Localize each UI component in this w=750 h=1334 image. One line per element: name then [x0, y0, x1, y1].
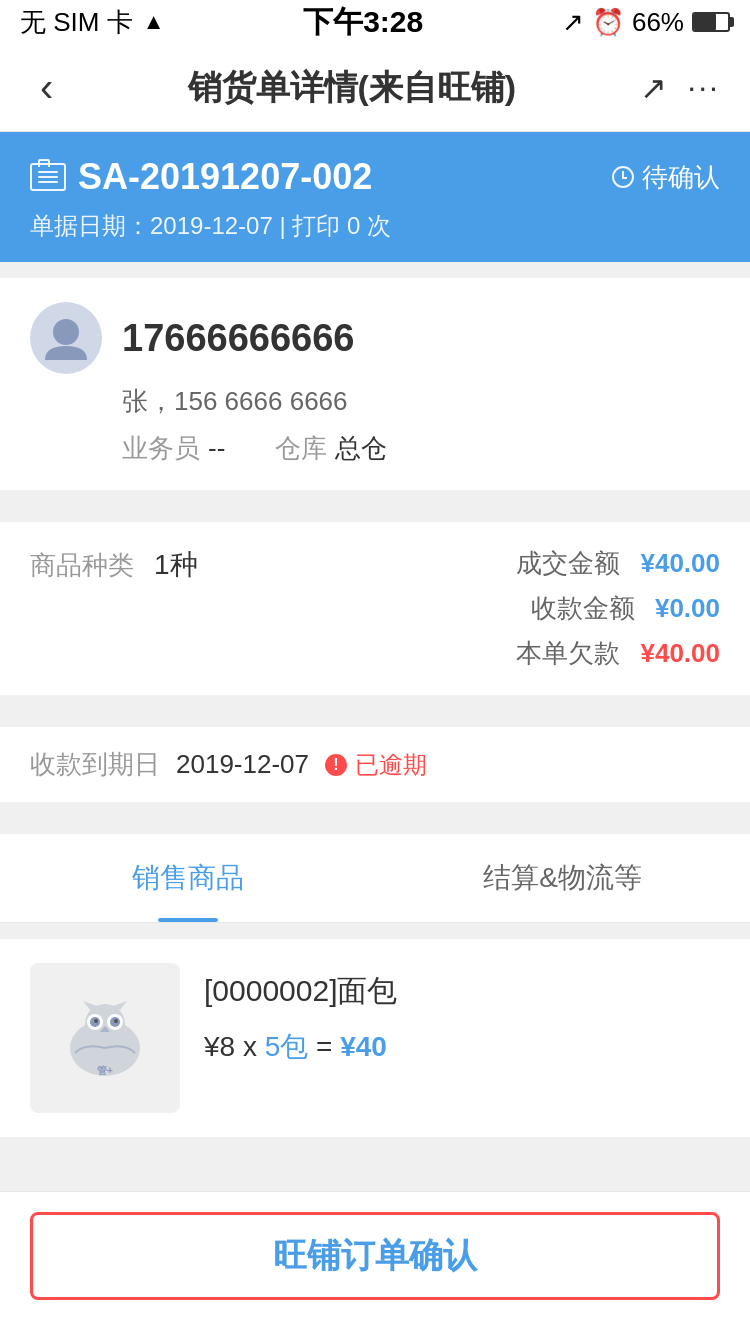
price-unit: ¥8 x	[204, 1031, 265, 1062]
status-bar: 无 SIM 卡 ▲ 下午3:28 ↗ ⏰ 66%	[0, 0, 750, 44]
due-date: 2019-12-07	[176, 749, 309, 780]
owed-value: ¥40.00	[640, 638, 720, 669]
deal-amount-label: 成交金额	[516, 546, 620, 581]
received-value: ¥0.00	[655, 593, 720, 624]
tabs-section: 销售商品 结算&物流等	[0, 834, 750, 923]
customer-name: 张，156 6666 6666	[122, 384, 720, 419]
svg-point-7	[94, 1019, 98, 1023]
clock-icon	[612, 166, 634, 188]
sales-label: 业务员	[122, 431, 200, 466]
location-icon: ↗	[562, 7, 584, 38]
tab-sales-products[interactable]: 销售商品	[0, 834, 375, 922]
product-item: 管+ [0000002]面包 ¥8 x 5包 = ¥40	[30, 963, 720, 1113]
order-date: 单据日期：2019-12-07 | 打印 0 次	[30, 210, 720, 242]
svg-point-8	[114, 1019, 118, 1023]
customer-row: 17666666666	[30, 302, 720, 374]
avatar-icon	[40, 312, 92, 364]
divider-1	[0, 262, 750, 278]
status-right: ↗ ⏰ 66%	[562, 7, 730, 38]
category-label: 商品种类	[30, 548, 134, 583]
battery-icon	[692, 12, 730, 32]
product-owl-icon: 管+	[55, 998, 155, 1078]
svg-point-0	[53, 319, 79, 345]
product-qty: 5包	[265, 1031, 309, 1062]
due-label: 收款到期日	[30, 747, 160, 782]
divider-4	[0, 818, 750, 834]
category-value: 1种	[154, 546, 198, 584]
price-separator: =	[308, 1031, 340, 1062]
customer-meta: 业务员 -- 仓库 总仓	[122, 431, 720, 466]
warehouse-value: 总仓	[335, 431, 387, 466]
back-button[interactable]: ‹	[30, 55, 63, 120]
warehouse-meta: 仓库 总仓	[275, 431, 387, 466]
bottom-button-container: 旺铺订单确认	[0, 1191, 750, 1334]
overdue-icon: !	[325, 754, 347, 776]
battery-text: 66%	[632, 7, 684, 38]
order-header-top: SA-20191207-002 待确认	[30, 156, 720, 198]
alarm-icon: ⏰	[592, 7, 624, 38]
tab-active-indicator	[158, 918, 218, 922]
confirm-order-button[interactable]: 旺铺订单确认	[30, 1212, 720, 1300]
time-display: 下午3:28	[303, 2, 423, 43]
summary-left: 商品种类 1种	[30, 546, 198, 584]
product-total: ¥40	[340, 1031, 387, 1062]
order-status: 待确认	[612, 160, 720, 195]
warehouse-label: 仓库	[275, 431, 327, 466]
customer-section: 17666666666 张，156 6666 6666 业务员 -- 仓库 总仓	[0, 278, 750, 490]
received-row: 收款金额 ¥0.00	[531, 591, 720, 626]
order-id: SA-20191207-002	[30, 156, 372, 198]
summary-section: 商品种类 1种 成交金额 ¥40.00 收款金额 ¥0.00 本单欠款 ¥40.…	[0, 522, 750, 695]
overdue-badge: ! 已逾期	[325, 749, 427, 781]
product-name: [0000002]面包	[204, 971, 720, 1012]
received-label: 收款金额	[531, 591, 635, 626]
svg-text:管+: 管+	[97, 1065, 113, 1076]
summary-right: 成交金额 ¥40.00 收款金额 ¥0.00 本单欠款 ¥40.00	[516, 546, 720, 671]
product-image: 管+	[30, 963, 180, 1113]
tab-settlement[interactable]: 结算&物流等	[375, 834, 750, 922]
overdue-text: 已逾期	[355, 749, 427, 781]
divider-3	[0, 711, 750, 727]
share-button[interactable]: ↗	[640, 69, 667, 107]
product-price: ¥8 x 5包 = ¥40	[204, 1028, 720, 1066]
avatar	[30, 302, 102, 374]
owed-label: 本单欠款	[516, 636, 620, 671]
tab-sales-label: 销售商品	[132, 859, 244, 897]
wifi-icon: ▲	[143, 9, 165, 35]
order-document-icon	[30, 163, 66, 191]
page-title: 销货单详情(来自旺铺)	[188, 65, 517, 111]
due-section: 收款到期日 2019-12-07 ! 已逾期	[0, 727, 750, 802]
tab-settlement-label: 结算&物流等	[483, 859, 642, 897]
customer-phone: 17666666666	[122, 317, 354, 360]
sales-meta: 业务员 --	[122, 431, 225, 466]
owed-row: 本单欠款 ¥40.00	[516, 636, 720, 671]
status-left: 无 SIM 卡 ▲	[20, 5, 164, 40]
carrier-text: 无 SIM 卡	[20, 5, 133, 40]
deal-amount-row: 成交金额 ¥40.00	[516, 546, 720, 581]
nav-bar: ‹ 销货单详情(来自旺铺) ↗ ···	[0, 44, 750, 132]
sales-value: --	[208, 433, 225, 464]
deal-amount-value: ¥40.00	[640, 548, 720, 579]
product-section: 管+ [0000002]面包 ¥8 x 5包 = ¥40	[0, 939, 750, 1137]
more-button[interactable]: ···	[687, 69, 720, 106]
order-header: SA-20191207-002 待确认 单据日期：2019-12-07 | 打印…	[0, 132, 750, 262]
divider-2	[0, 506, 750, 522]
product-info: [0000002]面包 ¥8 x 5包 = ¥40	[204, 963, 720, 1066]
nav-actions: ↗ ···	[640, 69, 720, 107]
